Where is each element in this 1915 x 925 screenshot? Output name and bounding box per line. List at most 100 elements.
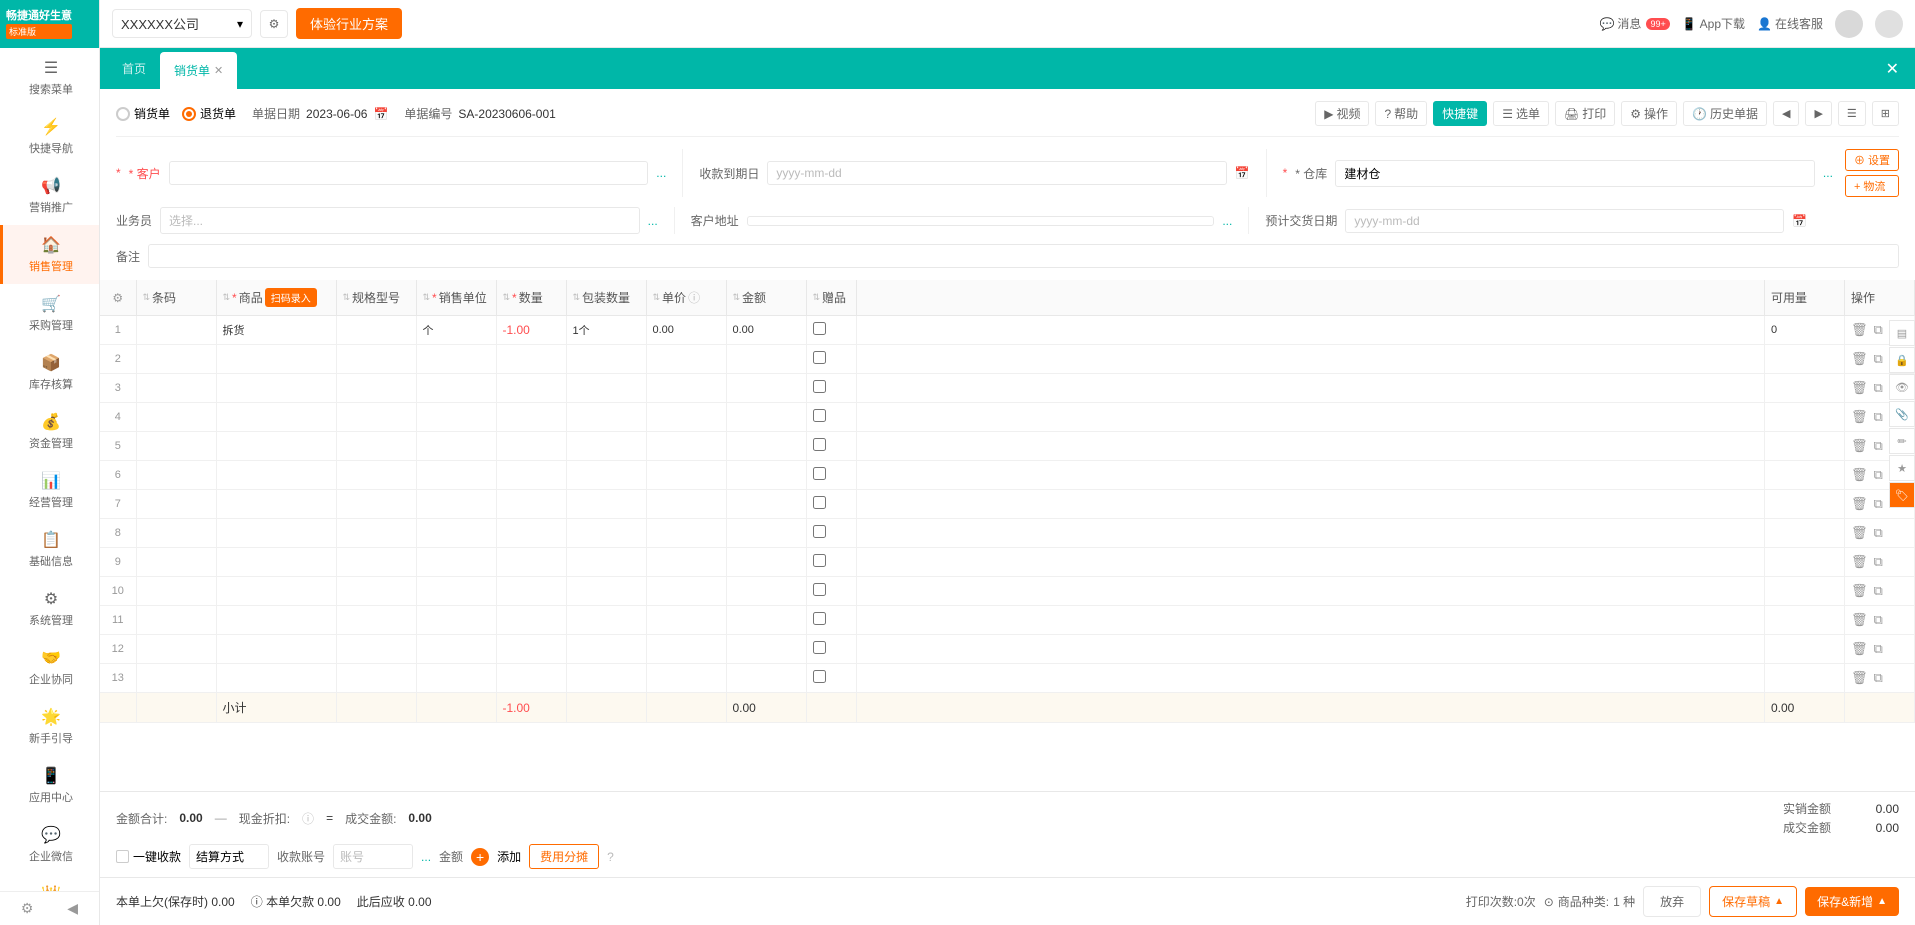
expense-button[interactable]: 费用分摊: [529, 844, 599, 869]
delete-icon[interactable]: 🗑: [1851, 496, 1868, 512]
copy-icon[interactable]: ⧉: [1874, 525, 1883, 541]
sidebar-item-enterprise[interactable]: 🤝企业协同: [0, 638, 99, 697]
sidebar-item-wechat[interactable]: 💬企业微信: [0, 815, 99, 874]
row-amount[interactable]: [726, 374, 806, 403]
row-amount[interactable]: [726, 432, 806, 461]
row-amount[interactable]: [726, 664, 806, 693]
row-price[interactable]: [646, 490, 726, 519]
row-price[interactable]: [646, 345, 726, 374]
discard-button[interactable]: 放弃: [1643, 886, 1701, 917]
salesperson-more-btn[interactable]: ...: [648, 214, 658, 228]
row-price[interactable]: [646, 374, 726, 403]
copy-icon[interactable]: ⧉: [1874, 612, 1883, 628]
row-qty[interactable]: [496, 577, 566, 606]
tab-home[interactable]: 首页: [108, 50, 160, 87]
nav-next-btn[interactable]: ▶: [1805, 101, 1831, 126]
row-gift[interactable]: [806, 432, 856, 461]
row-unit[interactable]: [416, 345, 496, 374]
row-goods[interactable]: [216, 606, 336, 635]
row-qty[interactable]: [496, 635, 566, 664]
nav-prev-btn[interactable]: ◀: [1773, 101, 1799, 126]
delete-icon[interactable]: 🗑: [1851, 409, 1868, 425]
row-goods[interactable]: [216, 519, 336, 548]
row-pkgqty[interactable]: [566, 548, 646, 577]
row-barcode[interactable]: [136, 577, 216, 606]
row-price[interactable]: [646, 519, 726, 548]
addr-more-btn[interactable]: ...: [1222, 214, 1232, 228]
row-pkgqty[interactable]: [566, 606, 646, 635]
settle-method-select[interactable]: 结算方式: [189, 844, 269, 869]
row-pkgqty[interactable]: [566, 403, 646, 432]
row-barcode[interactable]: [136, 519, 216, 548]
row-qty[interactable]: [496, 490, 566, 519]
copy-icon[interactable]: ⧉: [1874, 583, 1883, 599]
row-pkgqty[interactable]: [566, 664, 646, 693]
expected-calendar-icon[interactable]: 📅: [1792, 214, 1807, 228]
tab-close-all[interactable]: ✕: [1878, 55, 1907, 83]
sidebar-item-quicknav[interactable]: ⚡快捷导航: [0, 107, 99, 166]
row-spec[interactable]: [336, 316, 416, 345]
row-goods[interactable]: [216, 461, 336, 490]
delete-icon[interactable]: 🗑: [1851, 351, 1868, 367]
row-unit[interactable]: [416, 490, 496, 519]
delete-icon[interactable]: 🗑: [1851, 670, 1868, 686]
sidebar-item-member[interactable]: 👑畅会员: [0, 874, 99, 891]
row-amount[interactable]: 0.00: [726, 316, 806, 345]
save-new-button[interactable]: 保存&新增 ▲: [1805, 887, 1899, 916]
row-price[interactable]: [646, 577, 726, 606]
row-unit[interactable]: [416, 635, 496, 664]
collapse-icon[interactable]: ◀: [67, 900, 78, 917]
delete-icon[interactable]: 🗑: [1851, 583, 1868, 599]
row-qty[interactable]: [496, 519, 566, 548]
help-btn[interactable]: ? 帮助: [1375, 101, 1427, 126]
copy-icon[interactable]: ⧉: [1874, 380, 1883, 396]
row-unit[interactable]: [416, 519, 496, 548]
row-gift[interactable]: [806, 403, 856, 432]
copy-icon[interactable]: ⧉: [1874, 641, 1883, 657]
price-info-icon[interactable]: ⓘ: [688, 289, 700, 306]
gear-button[interactable]: ⚙: [260, 10, 288, 38]
row-price[interactable]: 0.00: [646, 316, 726, 345]
rfloat-btn-1[interactable]: ▤: [1889, 320, 1915, 346]
row-qty[interactable]: [496, 548, 566, 577]
user-menu-icon[interactable]: [1875, 10, 1903, 38]
delete-icon[interactable]: 🗑: [1851, 467, 1868, 483]
settings-col-icon[interactable]: ⚙: [112, 291, 123, 305]
row-amount[interactable]: [726, 606, 806, 635]
row-gift[interactable]: [806, 577, 856, 606]
row-gift[interactable]: [806, 374, 856, 403]
row-spec[interactable]: [336, 577, 416, 606]
row-spec[interactable]: [336, 606, 416, 635]
row-barcode[interactable]: [136, 403, 216, 432]
row-barcode[interactable]: [136, 635, 216, 664]
row-amount[interactable]: [726, 635, 806, 664]
select-btn[interactable]: ☰ 选单: [1493, 101, 1549, 126]
account-input[interactable]: 账号: [333, 844, 413, 869]
sidebar-item-appcenter[interactable]: 📱应用中心: [0, 756, 99, 815]
copy-icon[interactable]: ⧉: [1874, 351, 1883, 367]
row-price[interactable]: [646, 461, 726, 490]
copy-icon[interactable]: ⧉: [1874, 467, 1883, 483]
sidebar-item-sales[interactable]: 🏠销售管理: [0, 225, 99, 284]
row-spec[interactable]: [336, 432, 416, 461]
app-download-button[interactable]: 📱 App下载: [1682, 15, 1745, 32]
row-gift[interactable]: [806, 635, 856, 664]
sidebar-item-basic[interactable]: 📋基础信息: [0, 520, 99, 579]
row-unit[interactable]: [416, 403, 496, 432]
row-price[interactable]: [646, 606, 726, 635]
add-button[interactable]: +: [471, 848, 489, 866]
row-goods[interactable]: [216, 432, 336, 461]
expense-help-icon[interactable]: ?: [607, 850, 614, 864]
delete-icon[interactable]: 🗑: [1851, 380, 1868, 396]
row-spec[interactable]: [336, 461, 416, 490]
save-draft-button[interactable]: 保存草稿 ▲: [1709, 886, 1797, 917]
row-spec[interactable]: [336, 345, 416, 374]
row-goods[interactable]: [216, 374, 336, 403]
row-barcode[interactable]: [136, 664, 216, 693]
list-view-btn[interactable]: ☰: [1838, 101, 1866, 126]
sidebar-item-search[interactable]: ☰搜索菜单: [0, 48, 99, 107]
copy-icon[interactable]: ⧉: [1874, 409, 1883, 425]
row-unit[interactable]: [416, 374, 496, 403]
row-spec[interactable]: [336, 403, 416, 432]
one-key-pay-checkbox[interactable]: 一键收款: [116, 848, 181, 865]
